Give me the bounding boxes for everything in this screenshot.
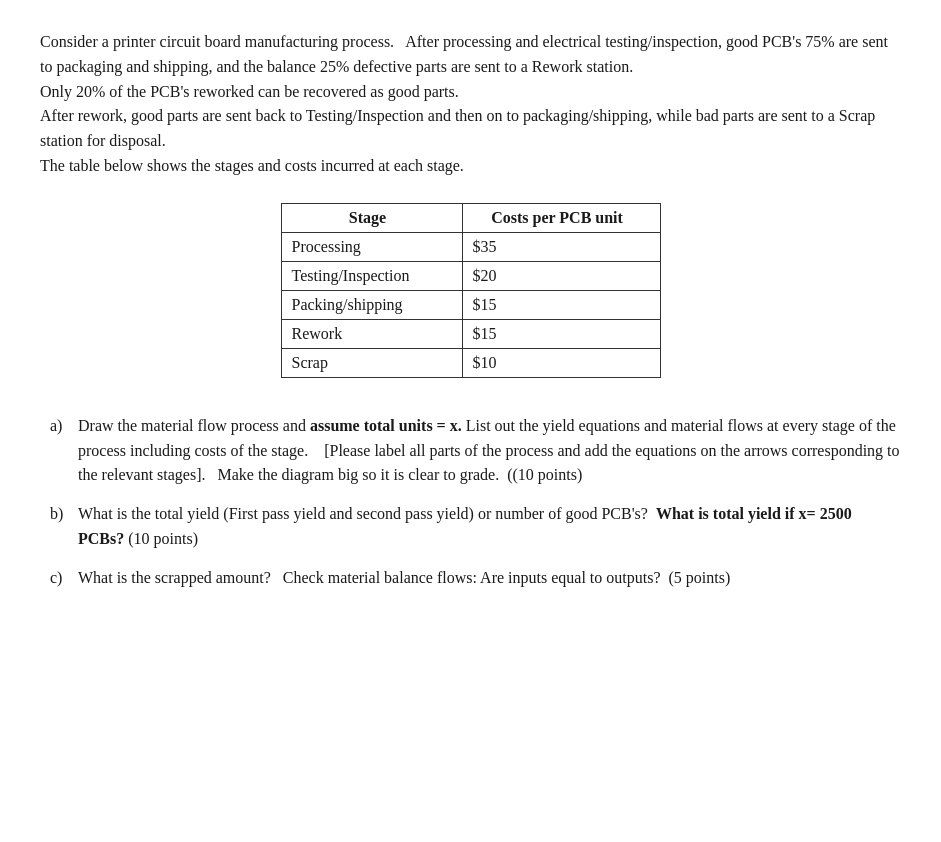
cost-rework: $15	[462, 319, 660, 348]
question-b-content: What is the total yield (First pass yiel…	[78, 502, 901, 552]
table-row: Processing $35	[281, 232, 660, 261]
cost-processing: $35	[462, 232, 660, 261]
intro-line4: The table below shows the stages and cos…	[40, 154, 901, 179]
cost-scrap: $10	[462, 348, 660, 377]
question-b-label: b)	[50, 502, 78, 552]
table-row: Rework $15	[281, 319, 660, 348]
cost-table: Stage Costs per PCB unit Processing $35 …	[281, 203, 661, 378]
stage-packing: Packing/shipping	[281, 290, 462, 319]
cost-table-container: Stage Costs per PCB unit Processing $35 …	[40, 203, 901, 378]
stage-testing: Testing/Inspection	[281, 261, 462, 290]
question-c-content: What is the scrapped amount? Check mater…	[78, 566, 901, 591]
intro-line2: Only 20% of the PCB's reworked can be re…	[40, 80, 901, 105]
intro-paragraph: Consider a printer circuit board manufac…	[40, 30, 901, 179]
table-row: Packing/shipping $15	[281, 290, 660, 319]
stage-scrap: Scrap	[281, 348, 462, 377]
page-content: Consider a printer circuit board manufac…	[40, 30, 901, 591]
table-header-row: Stage Costs per PCB unit	[281, 203, 660, 232]
stage-rework: Rework	[281, 319, 462, 348]
col-header-stage: Stage	[281, 203, 462, 232]
question-c-label: c)	[50, 566, 78, 591]
question-a-bold: assume total units = x.	[310, 417, 462, 434]
table-row: Scrap $10	[281, 348, 660, 377]
question-b-bold: What is total yield if x= 2500 PCBs?	[78, 505, 852, 547]
question-c: c) What is the scrapped amount? Check ma…	[50, 566, 901, 591]
intro-line1: Consider a printer circuit board manufac…	[40, 30, 901, 80]
table-row: Testing/Inspection $20	[281, 261, 660, 290]
col-header-cost: Costs per PCB unit	[462, 203, 660, 232]
question-a: a) Draw the material flow process and as…	[50, 414, 901, 488]
questions-section: a) Draw the material flow process and as…	[40, 414, 901, 591]
question-a-content: Draw the material flow process and assum…	[78, 414, 901, 488]
intro-line3: After rework, good parts are sent back t…	[40, 104, 901, 154]
cost-packing: $15	[462, 290, 660, 319]
cost-testing: $20	[462, 261, 660, 290]
question-b: b) What is the total yield (First pass y…	[50, 502, 901, 552]
question-a-label: a)	[50, 414, 78, 488]
stage-processing: Processing	[281, 232, 462, 261]
